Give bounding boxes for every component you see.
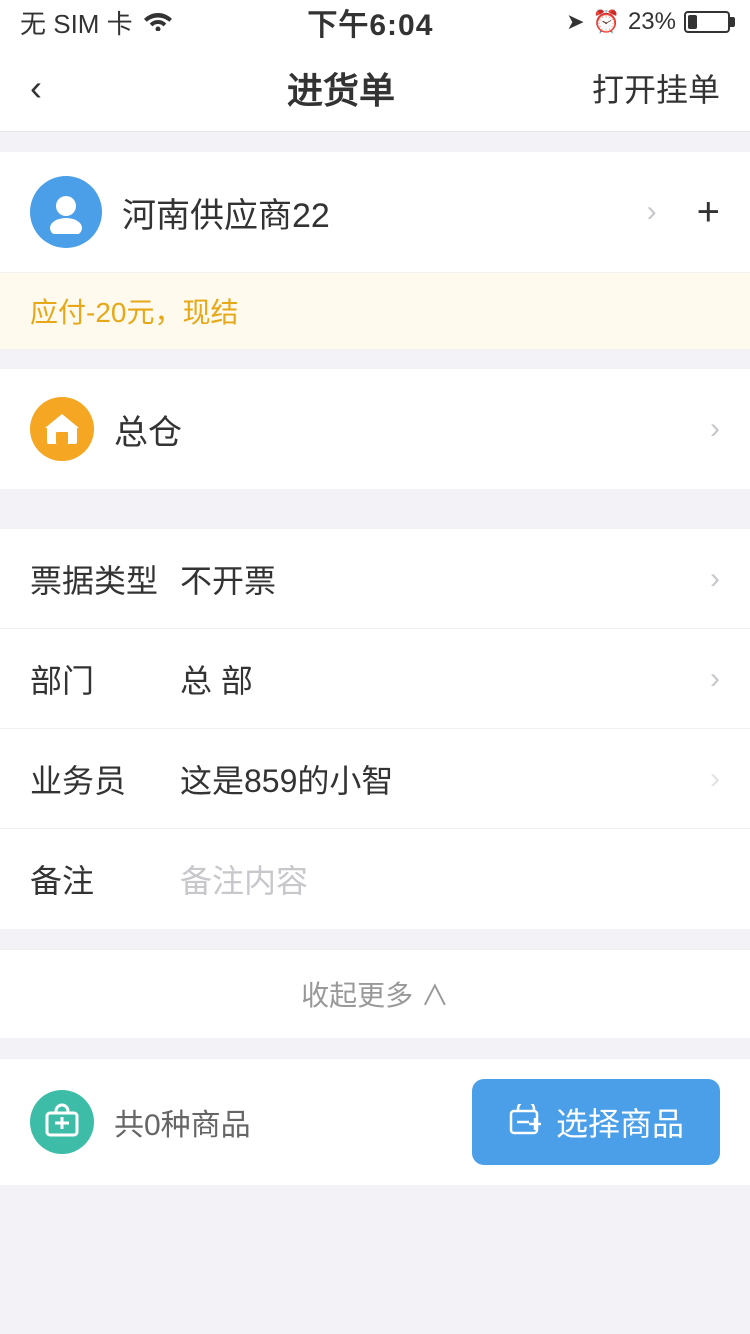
product-icon [30, 1090, 94, 1154]
invoice-value: 不开票 [160, 556, 700, 602]
warehouse-row[interactable]: 总仓 › [0, 369, 750, 489]
status-bar: 无 SIM 卡 下午6:04 ➤ ⏰ 23% [0, 0, 750, 44]
collapse-text: 收起更多 ∧ [301, 974, 449, 1014]
page-title: 进货单 [287, 62, 395, 114]
remark-label: 备注 [30, 856, 160, 902]
status-right: ➤ ⏰ 23% [566, 8, 730, 36]
form-section: 票据类型 不开票 › 部门 总 部 › 业务员 这是859的小智 › 备注 备注… [0, 529, 750, 929]
add-supplier-button[interactable]: + [697, 190, 720, 235]
supplier-row[interactable]: 河南供应商22 › + [0, 152, 750, 273]
open-pending-button[interactable]: 打开挂单 [592, 65, 720, 111]
dept-chevron-icon: › [710, 662, 720, 696]
battery-icon [684, 11, 730, 33]
alarm-icon: ⏰ [593, 9, 620, 35]
collapse-row[interactable]: 收起更多 ∧ [0, 949, 750, 1038]
sales-value: 这是859的小智 [160, 756, 700, 802]
sales-row[interactable]: 业务员 这是859的小智 › [0, 729, 750, 829]
wifi-icon [141, 7, 175, 38]
nav-bar: ‹ 进货单 打开挂单 [0, 44, 750, 132]
battery-text: 23% [628, 8, 676, 36]
invoice-label: 票据类型 [30, 556, 160, 602]
invoice-chevron-icon: › [710, 562, 720, 596]
supplier-name: 河南供应商22 [122, 188, 647, 237]
dept-label: 部门 [30, 656, 160, 702]
product-count-area: 共0种商品 [30, 1090, 251, 1154]
bottom-bar: 共0种商品 选择商品 [0, 1058, 750, 1185]
supplier-avatar [30, 176, 102, 248]
sales-chevron-icon: › [710, 762, 720, 796]
gap-1 [0, 132, 750, 152]
remark-row[interactable]: 备注 备注内容 [0, 829, 750, 929]
no-sim-text: 无 SIM 卡 [20, 4, 133, 41]
product-count-text: 共0种商品 [114, 1100, 251, 1144]
supplier-section: 河南供应商22 › + 应付-20元，现结 [0, 152, 750, 349]
dept-row[interactable]: 部门 总 部 › [0, 629, 750, 729]
alert-text: 应付-20元，现结 [30, 297, 238, 328]
location-icon: ➤ [566, 9, 584, 35]
alert-row: 应付-20元，现结 [0, 273, 750, 349]
select-product-label: 选择商品 [556, 1099, 684, 1145]
warehouse-chevron-icon: › [710, 412, 720, 446]
remark-input[interactable]: 备注内容 [160, 856, 720, 902]
status-time: 下午6:04 [307, 0, 433, 44]
status-left: 无 SIM 卡 [20, 4, 175, 41]
gap-3 [0, 489, 750, 509]
back-button[interactable]: ‹ [30, 67, 90, 109]
supplier-chevron-icon: › [647, 195, 657, 229]
gap-2 [0, 349, 750, 369]
warehouse-section: 总仓 › [0, 369, 750, 489]
select-product-button[interactable]: 选择商品 [472, 1079, 720, 1165]
warehouse-icon [30, 397, 94, 461]
dept-value: 总 部 [160, 656, 700, 702]
warehouse-name: 总仓 [114, 405, 710, 454]
sales-label: 业务员 [30, 756, 160, 802]
invoice-type-row[interactable]: 票据类型 不开票 › [0, 529, 750, 629]
